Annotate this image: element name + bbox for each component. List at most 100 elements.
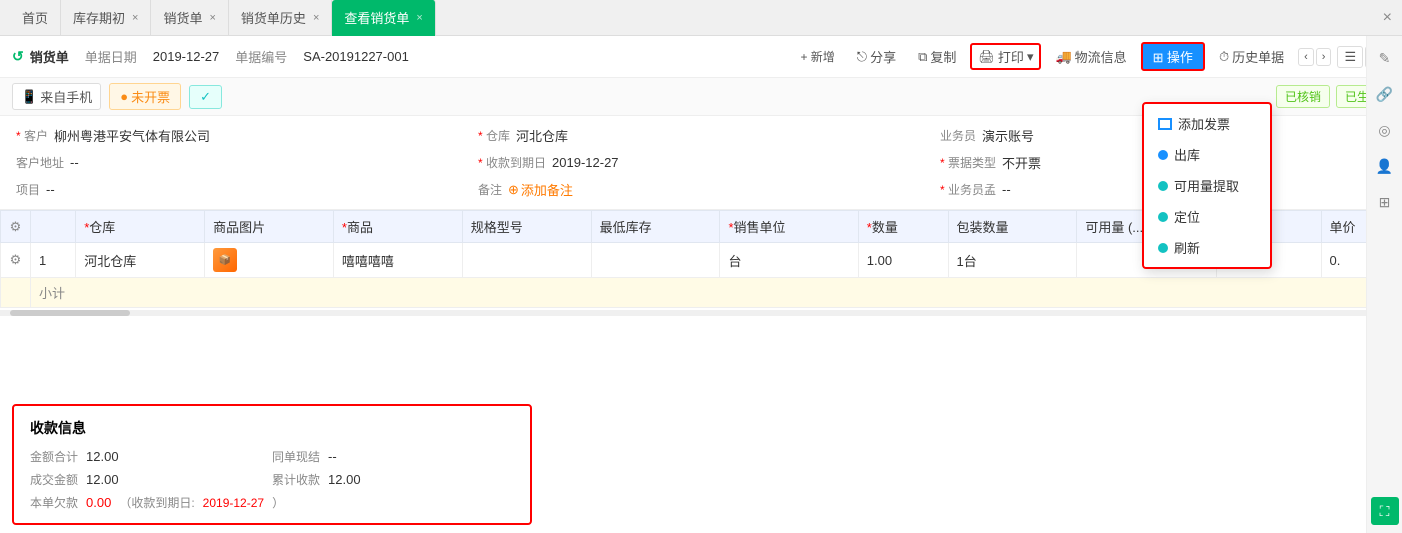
tab-home[interactable]: 首页 bbox=[10, 0, 61, 36]
add-invoice-item[interactable]: 添加发票 bbox=[1144, 108, 1270, 139]
row-seq: 1 bbox=[31, 243, 76, 278]
tab-view-sales-label: 查看销货单 bbox=[344, 8, 409, 27]
prev-arrow[interactable]: ‹ bbox=[1298, 48, 1314, 66]
owed-label: 本单欠款 bbox=[30, 494, 78, 511]
tab-sales-history-label: 销货单历史 bbox=[241, 8, 306, 27]
owed-row: 本单欠款 0.00 （收款到期日: 2019-12-27 ） bbox=[30, 494, 514, 511]
right-sidebar: ✎ 🔗 ◎ 👤 ⊞ ⛶ bbox=[1366, 36, 1402, 533]
col-image: 商品图片 bbox=[205, 211, 334, 243]
owed-note: （收款到期日: bbox=[119, 494, 194, 511]
employee-label: 业务员 bbox=[940, 127, 976, 144]
horizontal-scrollbar[interactable] bbox=[0, 310, 1402, 316]
row-pack-qty: 1台 bbox=[948, 243, 1077, 278]
next-arrow[interactable]: › bbox=[1316, 48, 1332, 66]
customer-value: 柳州粤港平安气体有限公司 bbox=[54, 126, 210, 145]
add-note-button[interactable]: ⊕ 添加备注 bbox=[508, 180, 573, 199]
doc-header: ↺ 销货单 单据日期 2019-12-27 单据编号 SA-20191227-0… bbox=[0, 36, 1402, 78]
confirmed-badge[interactable]: ✓ 已确认 bbox=[189, 85, 222, 109]
doc-type-title: ↺ 销货单 bbox=[12, 47, 69, 66]
tab-inventory-init-close[interactable]: × bbox=[132, 12, 138, 24]
locate-icon bbox=[1158, 212, 1168, 222]
tab-sales-order[interactable]: 销货单 × bbox=[151, 0, 228, 36]
tab-inventory-init[interactable]: 库存期初 × bbox=[61, 0, 151, 36]
salesperson-value: -- bbox=[1002, 182, 1011, 197]
warehouse-value: 河北仓库 bbox=[516, 126, 568, 145]
print-button[interactable]: 🖨 打印 ▾ bbox=[970, 43, 1041, 70]
payment-info-box: 收款信息 金额合计 12.00 同单现结 -- 成交金额 12.00 累计收款 … bbox=[12, 404, 532, 525]
row-gear[interactable]: ⚙ bbox=[1, 243, 31, 278]
out-warehouse-icon bbox=[1158, 150, 1168, 160]
same-settle-value: -- bbox=[328, 449, 337, 464]
ticket-type-value: 不开票 bbox=[1002, 153, 1041, 172]
ops-button[interactable]: ⊞ 操作 bbox=[1141, 42, 1205, 71]
sidebar-expand-icon[interactable]: ⛶ bbox=[1371, 497, 1399, 525]
copy-button[interactable]: ⧉ 复制 bbox=[910, 44, 964, 69]
total-row: 金额合计 12.00 bbox=[30, 448, 272, 465]
col-quantity: *数量 bbox=[858, 211, 948, 243]
deal-value: 12.00 bbox=[86, 472, 119, 487]
tab-sales-order-close[interactable]: × bbox=[209, 12, 215, 24]
locate-item[interactable]: 定位 bbox=[1144, 201, 1270, 232]
owed-close: ） bbox=[272, 494, 284, 511]
available-pick-icon bbox=[1158, 181, 1168, 191]
phone-btn[interactable]: 📱 来自手机 bbox=[12, 83, 101, 110]
payment-grid: 金额合计 12.00 同单现结 -- 成交金额 12.00 累计收款 12.00 bbox=[30, 448, 514, 511]
sidebar-circle-icon[interactable]: ◎ bbox=[1371, 116, 1399, 144]
tab-view-sales[interactable]: 查看销货单 × bbox=[332, 0, 435, 36]
col-unit: *销售单位 bbox=[720, 211, 858, 243]
ticket-type-label: 票据类型 bbox=[940, 154, 996, 171]
row-warehouse: 河北仓库 bbox=[76, 243, 205, 278]
main-content: ↺ 销货单 单据日期 2019-12-27 单据编号 SA-20191227-0… bbox=[0, 36, 1402, 533]
sidebar-edit-icon[interactable]: ✎ bbox=[1371, 44, 1399, 72]
salesperson-label: 业务员孟 bbox=[940, 181, 996, 198]
tab-sales-history[interactable]: 销货单历史 × bbox=[229, 0, 332, 36]
tab-inventory-init-label: 库存期初 bbox=[73, 8, 125, 27]
number-value: SA-20191227-001 bbox=[303, 49, 409, 64]
print-dropdown-arrow: ▾ bbox=[1027, 49, 1034, 65]
subtotal-label: 小计 bbox=[31, 278, 1402, 308]
sales-icon: ↺ bbox=[12, 48, 24, 65]
sidebar-person-icon[interactable]: 👤 bbox=[1371, 152, 1399, 180]
row-product: 嘻嘻嘻嘻 bbox=[333, 243, 462, 278]
project-field: 项目 -- bbox=[16, 180, 462, 199]
sold-badge[interactable]: 已核销 bbox=[1276, 85, 1330, 108]
cumulative-row: 累计收款 12.00 bbox=[272, 471, 514, 488]
tab-bar: 首页 库存期初 × 销货单 × 销货单历史 × 查看销货单 × × bbox=[0, 0, 1402, 36]
customer-label: 客户 bbox=[16, 127, 48, 144]
tab-view-sales-close[interactable]: × bbox=[416, 12, 422, 24]
sidebar-link-icon[interactable]: 🔗 bbox=[1371, 80, 1399, 108]
nav-arrows: ‹ › bbox=[1298, 48, 1331, 66]
open-ticket-badge[interactable]: ● 未开票 bbox=[109, 83, 181, 110]
refresh-item[interactable]: 刷新 bbox=[1144, 232, 1270, 263]
project-value: -- bbox=[46, 182, 55, 197]
address-field: 客户地址 -- bbox=[16, 153, 462, 172]
warehouse-field: 仓库 河北仓库 bbox=[478, 126, 924, 145]
row-quantity: 1.00 bbox=[858, 243, 948, 278]
project-label: 项目 bbox=[16, 181, 40, 198]
out-warehouse-item[interactable]: 出库 bbox=[1144, 139, 1270, 170]
total-value: 12.00 bbox=[86, 449, 119, 464]
list-view-btn[interactable]: ☰ bbox=[1337, 46, 1363, 68]
doc-actions: + 新增 ⎋ 分享 ⧉ 复制 🖨 打印 ▾ 🚚 物流信息 bbox=[792, 42, 1390, 71]
logistics-button[interactable]: 🚚 物流信息 bbox=[1047, 44, 1134, 69]
sidebar-grid-icon[interactable]: ⊞ bbox=[1371, 188, 1399, 216]
history-button[interactable]: ⏱ 历史单据 bbox=[1211, 44, 1292, 69]
share-button[interactable]: ⎋ 分享 bbox=[849, 44, 904, 69]
row-unit: 台 bbox=[720, 243, 858, 278]
row-min-stock bbox=[591, 243, 720, 278]
warehouse-label: 仓库 bbox=[478, 127, 510, 144]
grid-icon: ⊞ bbox=[1153, 50, 1164, 65]
address-label: 客户地址 bbox=[16, 154, 64, 171]
plus-icon: ⊕ bbox=[508, 182, 519, 198]
tab-sales-history-close[interactable]: × bbox=[313, 12, 319, 24]
col-min-stock: 最低库存 bbox=[591, 211, 720, 243]
address-value: -- bbox=[70, 155, 79, 170]
row-spec bbox=[462, 243, 591, 278]
window-close-button[interactable]: × bbox=[1383, 9, 1392, 27]
col-seq bbox=[31, 211, 76, 243]
invoice-icon bbox=[1158, 118, 1172, 130]
circle-icon: ● bbox=[120, 89, 128, 104]
available-pick-item[interactable]: 可用量提取 bbox=[1144, 170, 1270, 201]
new-button[interactable]: + 新增 bbox=[792, 45, 842, 68]
scroll-thumb[interactable] bbox=[10, 310, 130, 316]
